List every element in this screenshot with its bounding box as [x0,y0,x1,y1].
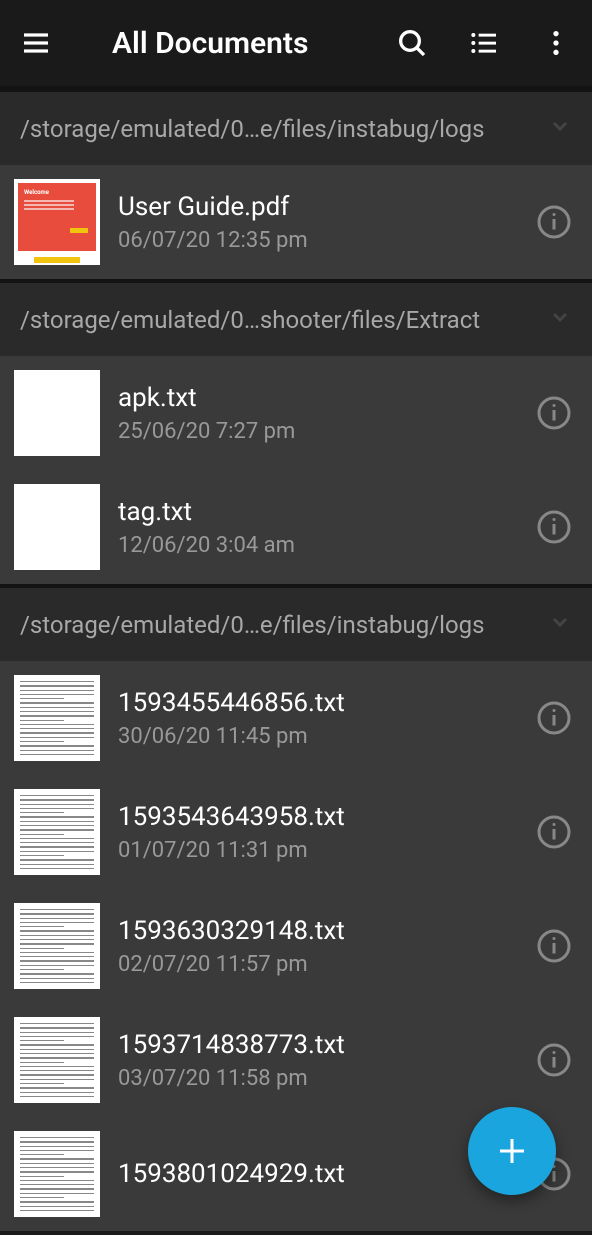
file-info-button[interactable] [536,928,572,964]
file-info: 1593714838773.txt 03/07/20 11:58 pm [118,1030,518,1091]
section-path: /storage/emulated/0…shooter/files/Extrac… [20,306,480,334]
file-item[interactable]: 1593630329148.txt 02/07/20 11:57 pm [0,889,592,1003]
file-list: Welcome User Guide.pdf 06/07/20 12:35 pm [0,165,592,279]
file-info: User Guide.pdf 06/07/20 12:35 pm [118,192,518,253]
file-date: 06/07/20 12:35 pm [118,228,518,253]
file-info: 1593630329148.txt 02/07/20 11:57 pm [118,916,518,977]
file-item[interactable]: Welcome User Guide.pdf 06/07/20 12:35 pm [0,165,592,279]
overflow-menu-button[interactable] [540,27,572,59]
file-thumbnail [14,1131,100,1217]
file-name: 1593714838773.txt [118,1030,518,1060]
file-item[interactable]: tag.txt 12/06/20 3:04 am [0,470,592,584]
file-info: 1593543643958.txt 01/07/20 11:31 pm [118,802,518,863]
file-thumbnail [14,903,100,989]
file-info-button[interactable] [536,1042,572,1078]
file-name: 1593543643958.txt [118,802,518,832]
file-info-button[interactable] [536,395,572,431]
info-icon [536,1042,572,1078]
info-icon [536,814,572,850]
page-title: All Documents [112,26,396,61]
file-list: apk.txt 25/06/20 7:27 pm tag.txt 12/06/20 3… [0,356,592,584]
search-icon [396,27,428,59]
file-info-button[interactable] [536,700,572,736]
hamburger-icon [20,27,52,59]
file-thumbnail [14,484,100,570]
view-toggle-button[interactable] [468,27,500,59]
list-view-icon [468,27,500,59]
file-thumbnail [14,1017,100,1103]
section-header[interactable]: /storage/emulated/0…e/files/instabug/log… [0,86,592,165]
file-item[interactable]: 1593455446856.txt 30/06/20 11:45 pm [0,661,592,775]
file-date: 03/07/20 11:58 pm [118,1066,518,1091]
file-thumbnail [14,789,100,875]
file-info-button[interactable] [536,509,572,545]
file-date: 01/07/20 11:31 pm [118,838,518,863]
file-date: 02/07/20 11:57 pm [118,952,518,977]
section-header[interactable]: /storage/emulated/0…shooter/files/Extrac… [0,279,592,356]
file-name: 1593801024929.txt [118,1159,518,1189]
chevron-down-icon [548,610,572,634]
search-button[interactable] [396,27,428,59]
file-name: User Guide.pdf [118,192,518,222]
more-vert-icon [540,27,572,59]
section-path: /storage/emulated/0…e/files/instabug/log… [20,611,485,639]
file-info-button[interactable] [536,204,572,240]
file-info: 1593801024929.txt [118,1159,518,1189]
chevron-down-icon [548,114,572,138]
menu-button[interactable] [20,27,52,59]
file-info: tag.txt 12/06/20 3:04 am [118,497,518,558]
file-item[interactable]: apk.txt 25/06/20 7:27 pm [0,356,592,470]
file-thumbnail [14,675,100,761]
file-thumbnail: Welcome [14,179,100,265]
info-icon [536,395,572,431]
file-info: apk.txt 25/06/20 7:27 pm [118,383,518,444]
file-item[interactable]: 1593714838773.txt 03/07/20 11:58 pm [0,1003,592,1117]
info-icon [536,204,572,240]
file-name: 1593630329148.txt [118,916,518,946]
app-header: All Documents [0,0,592,86]
file-date: 25/06/20 7:27 pm [118,419,518,444]
info-icon [536,509,572,545]
file-name: tag.txt [118,497,518,527]
add-button[interactable] [468,1107,556,1195]
section-header[interactable]: /storage/emulated/0…e/files/instabug/log… [0,584,592,661]
chevron-down-icon [548,305,572,329]
content-area: /storage/emulated/0…e/files/instabug/log… [0,86,592,1231]
file-name: apk.txt [118,383,518,413]
file-info: 1593455446856.txt 30/06/20 11:45 pm [118,688,518,749]
file-item[interactable]: 1593543643958.txt 01/07/20 11:31 pm [0,775,592,889]
file-thumbnail [14,370,100,456]
plus-icon [494,1133,530,1169]
file-info-button[interactable] [536,814,572,850]
file-date: 12/06/20 3:04 am [118,533,518,558]
info-icon [536,928,572,964]
file-name: 1593455446856.txt [118,688,518,718]
info-icon [536,700,572,736]
section-path: /storage/emulated/0…e/files/instabug/log… [20,115,485,143]
file-date: 30/06/20 11:45 pm [118,724,518,749]
